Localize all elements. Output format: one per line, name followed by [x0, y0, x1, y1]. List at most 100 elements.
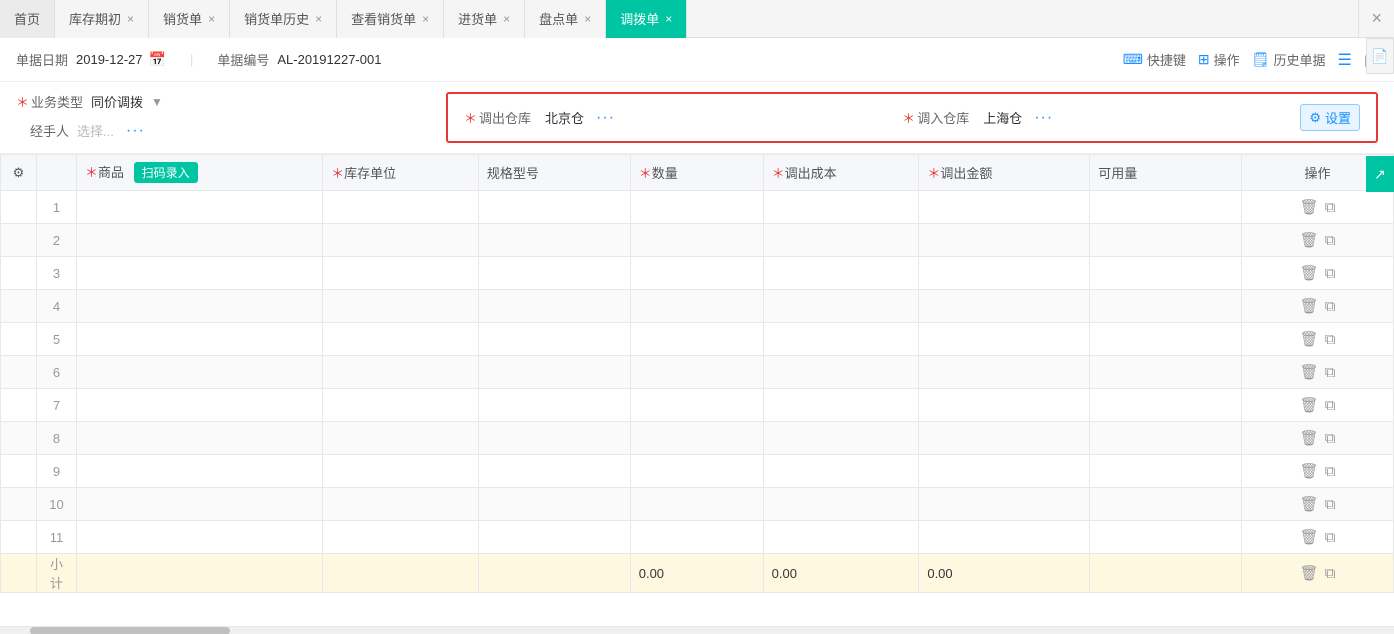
- cell-qty-10[interactable]: [630, 488, 763, 521]
- operation-button[interactable]: ⊞ 操作: [1198, 50, 1240, 69]
- cell-product-10[interactable]: [77, 488, 323, 521]
- cell-spec-4[interactable]: [478, 290, 630, 323]
- copy-icon-2[interactable]: ⧉: [1325, 232, 1336, 249]
- tab-bar-close-button[interactable]: ×: [1358, 0, 1394, 38]
- cell-amount-4[interactable]: [919, 290, 1090, 323]
- cell-amount-3[interactable]: [919, 257, 1090, 290]
- history-button[interactable]: 🗒 历史单据: [1252, 50, 1326, 69]
- cell-cost-6[interactable]: [763, 356, 919, 389]
- tab-sales-history[interactable]: 销货单历史 ×: [230, 0, 337, 38]
- cell-spec-7[interactable]: [478, 389, 630, 422]
- calendar-icon[interactable]: 📅: [149, 51, 166, 68]
- tab-purchase[interactable]: 进货单 ×: [444, 0, 525, 38]
- copy-icon-7[interactable]: ⧉: [1325, 397, 1336, 414]
- cell-cost-10[interactable]: [763, 488, 919, 521]
- horizontal-scrollbar[interactable]: [0, 626, 1394, 634]
- business-type-dropdown[interactable]: 同价调拨 ▼: [91, 92, 163, 111]
- copy-icon-11[interactable]: ⧉: [1325, 529, 1336, 546]
- target-warehouse-more-icon[interactable]: ···: [1034, 109, 1053, 127]
- cell-product-11[interactable]: [77, 521, 323, 554]
- cell-product-5[interactable]: [77, 323, 323, 356]
- cell-unit-6[interactable]: [323, 356, 479, 389]
- cell-qty-8[interactable]: [630, 422, 763, 455]
- source-warehouse-more-icon[interactable]: ···: [596, 109, 615, 127]
- cell-amount-2[interactable]: [919, 224, 1090, 257]
- cell-amount-1[interactable]: [919, 191, 1090, 224]
- tab-view-sales-close[interactable]: ×: [422, 12, 429, 26]
- cell-spec-11[interactable]: [478, 521, 630, 554]
- delete-icon-10[interactable]: 🗑: [1300, 495, 1319, 513]
- copy-icon-5[interactable]: ⧉: [1325, 331, 1336, 348]
- layout-list-button[interactable]: ☰: [1337, 50, 1351, 70]
- tab-purchase-close[interactable]: ×: [503, 12, 510, 26]
- cell-spec-2[interactable]: [478, 224, 630, 257]
- cell-unit-5[interactable]: [323, 323, 479, 356]
- cell-qty-5[interactable]: [630, 323, 763, 356]
- tab-inventory-close[interactable]: ×: [584, 12, 591, 26]
- tab-inventory-init[interactable]: 库存期初 ×: [55, 0, 149, 38]
- delete-icon-2[interactable]: 🗑: [1300, 231, 1319, 249]
- scan-button[interactable]: 扫码录入: [134, 162, 198, 183]
- tab-home[interactable]: 首页: [0, 0, 55, 38]
- cell-product-3[interactable]: [77, 257, 323, 290]
- cell-product-2[interactable]: [77, 224, 323, 257]
- cell-cost-4[interactable]: [763, 290, 919, 323]
- cell-cost-1[interactable]: [763, 191, 919, 224]
- cell-product-8[interactable]: [77, 422, 323, 455]
- copy-icon-3[interactable]: ⧉: [1325, 265, 1336, 282]
- cell-amount-9[interactable]: [919, 455, 1090, 488]
- cell-qty-7[interactable]: [630, 389, 763, 422]
- copy-icon-subtotal[interactable]: ⧉: [1325, 565, 1336, 582]
- delete-icon-1[interactable]: 🗑: [1300, 198, 1319, 216]
- cell-amount-6[interactable]: [919, 356, 1090, 389]
- cell-cost-3[interactable]: [763, 257, 919, 290]
- cell-amount-8[interactable]: [919, 422, 1090, 455]
- tab-sales-history-close[interactable]: ×: [315, 12, 322, 26]
- cell-qty-3[interactable]: [630, 257, 763, 290]
- cell-unit-3[interactable]: [323, 257, 479, 290]
- cell-qty-2[interactable]: [630, 224, 763, 257]
- cell-qty-6[interactable]: [630, 356, 763, 389]
- scroll-thumb[interactable]: [30, 627, 230, 634]
- cell-amount-5[interactable]: [919, 323, 1090, 356]
- cell-unit-1[interactable]: [323, 191, 479, 224]
- cell-amount-11[interactable]: [919, 521, 1090, 554]
- cell-unit-2[interactable]: [323, 224, 479, 257]
- delete-icon-7[interactable]: 🗑: [1300, 396, 1319, 414]
- copy-icon-4[interactable]: ⧉: [1325, 298, 1336, 315]
- tab-sales-close[interactable]: ×: [208, 12, 215, 26]
- cell-unit-8[interactable]: [323, 422, 479, 455]
- cell-amount-7[interactable]: [919, 389, 1090, 422]
- handler-select[interactable]: 选择...: [77, 121, 114, 140]
- copy-icon-10[interactable]: ⧉: [1325, 496, 1336, 513]
- copy-icon-6[interactable]: ⧉: [1325, 364, 1336, 381]
- cell-unit-7[interactable]: [323, 389, 479, 422]
- delete-icon-11[interactable]: 🗑: [1300, 528, 1319, 546]
- settings-button[interactable]: ⚙ 设置: [1300, 104, 1360, 131]
- cell-qty-11[interactable]: [630, 521, 763, 554]
- cell-cost-5[interactable]: [763, 323, 919, 356]
- cell-qty-4[interactable]: [630, 290, 763, 323]
- tab-transfer-close[interactable]: ×: [665, 12, 672, 26]
- tab-inventory[interactable]: 盘点单 ×: [525, 0, 606, 38]
- cell-spec-9[interactable]: [478, 455, 630, 488]
- cell-cost-11[interactable]: [763, 521, 919, 554]
- cell-spec-10[interactable]: [478, 488, 630, 521]
- cell-spec-6[interactable]: [478, 356, 630, 389]
- sidebar-expand-btn[interactable]: ↗: [1366, 156, 1394, 192]
- cell-amount-10[interactable]: [919, 488, 1090, 521]
- cell-cost-7[interactable]: [763, 389, 919, 422]
- cell-unit-11[interactable]: [323, 521, 479, 554]
- cell-spec-1[interactable]: [478, 191, 630, 224]
- delete-icon-5[interactable]: 🗑: [1300, 330, 1319, 348]
- tab-sales[interactable]: 销货单 ×: [149, 0, 230, 38]
- th-settings[interactable]: ⚙: [1, 155, 37, 191]
- cell-product-4[interactable]: [77, 290, 323, 323]
- copy-icon-9[interactable]: ⧉: [1325, 463, 1336, 480]
- delete-icon-subtotal[interactable]: 🗑: [1300, 564, 1319, 582]
- delete-icon-6[interactable]: 🗑: [1300, 363, 1319, 381]
- tab-inventory-init-close[interactable]: ×: [127, 12, 134, 26]
- handler-more-icon[interactable]: ···: [126, 122, 145, 140]
- delete-icon-3[interactable]: 🗑: [1300, 264, 1319, 282]
- cell-unit-4[interactable]: [323, 290, 479, 323]
